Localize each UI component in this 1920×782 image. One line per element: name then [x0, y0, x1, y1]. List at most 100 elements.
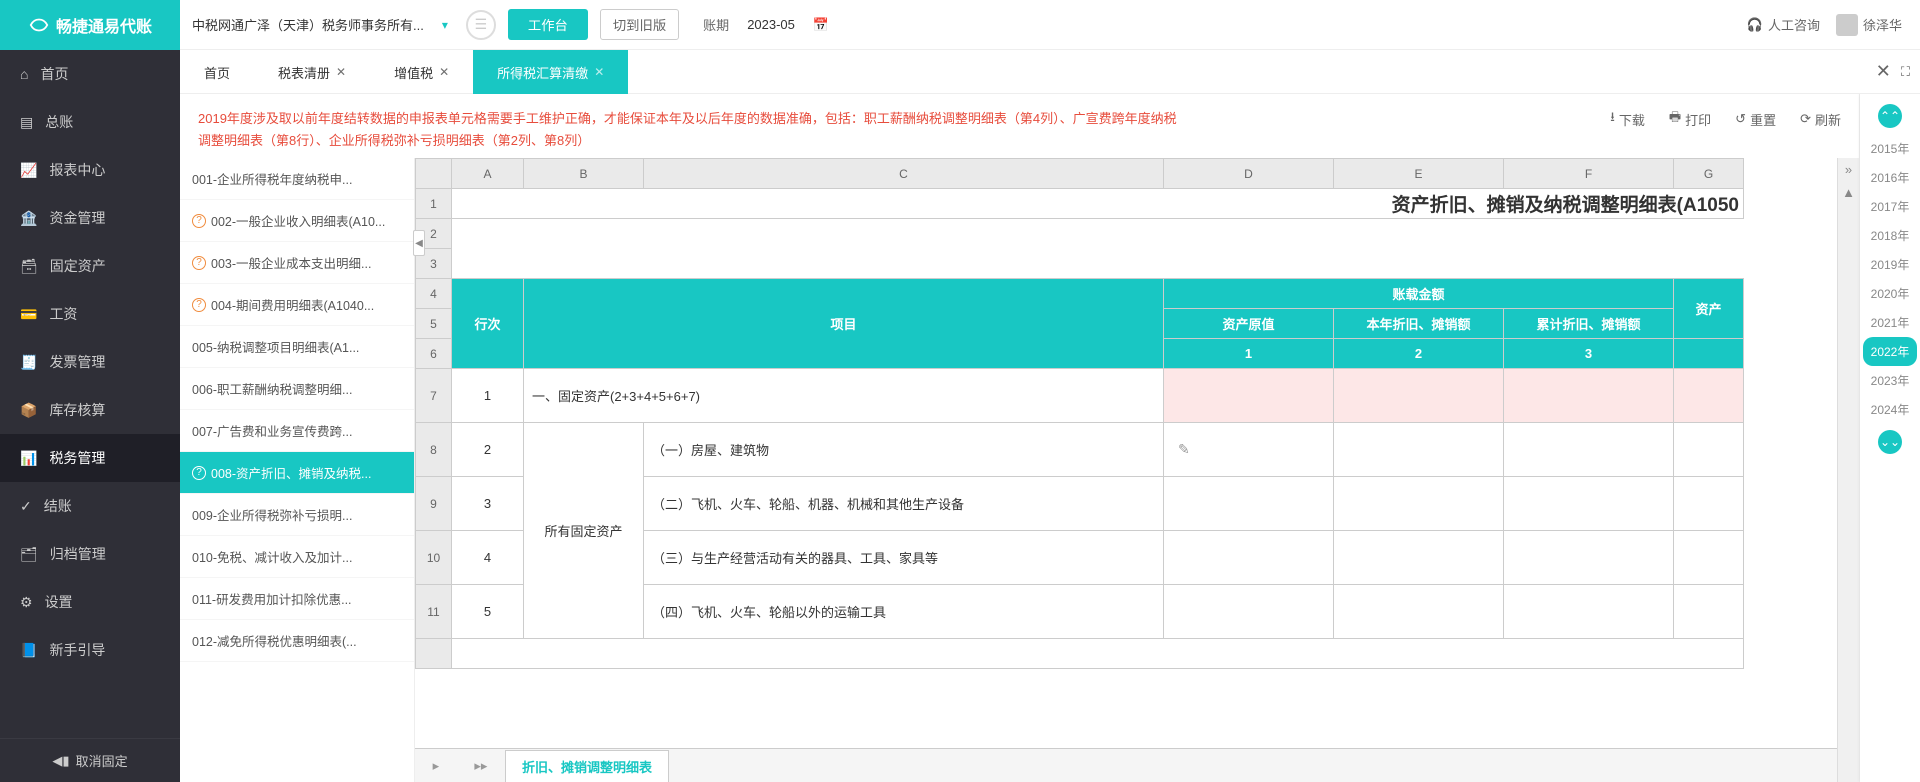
cell[interactable] — [1504, 423, 1674, 477]
form-item-3[interactable]: ?004-期间费用明细表(A1040... — [180, 284, 414, 326]
chevron-down-icon[interactable]: ▾ — [436, 18, 454, 32]
period-value[interactable]: 2023-05 — [747, 17, 795, 32]
form-item-9[interactable]: 010-免税、减计收入及加计... — [180, 536, 414, 578]
cell[interactable] — [1164, 585, 1334, 639]
tab-0[interactable]: 首页 — [180, 50, 254, 94]
year-2020年[interactable]: 2020年 — [1863, 279, 1918, 308]
sheet-nav-arrows[interactable]: ▸▸▸ — [415, 748, 505, 782]
brand-text: 畅捷通易代账 — [56, 13, 152, 37]
col-head[interactable]: D — [1164, 159, 1334, 189]
cell[interactable] — [1674, 531, 1744, 585]
tab-1[interactable]: 税表清册✕ — [254, 50, 370, 94]
content: 2019年度涉及取以前年度结转数据的申报表单元格需要手工维护正确，才能保证本年及… — [180, 94, 1920, 782]
year-down-icon[interactable]: ⌄⌄ — [1878, 430, 1902, 454]
sidebar-item-12[interactable]: 📘新手引导 — [0, 626, 180, 674]
year-2024年[interactable]: 2024年 — [1863, 395, 1918, 424]
form-item-5[interactable]: 006-职工薪酬纳税调整明细... — [180, 368, 414, 410]
cell[interactable] — [1164, 531, 1334, 585]
consult-link[interactable]: 🎧人工咨询 — [1747, 15, 1820, 34]
sidebar-item-0[interactable]: ⌂首页 — [0, 50, 180, 98]
sidebar-item-8[interactable]: 📊税务管理 — [0, 434, 180, 482]
sidebar-icon: 📊 — [20, 450, 37, 467]
sheet-scroll[interactable]: ABCDEFG1资产折旧、摊销及纳税调整明细表(A1050234行次项目账载金额… — [415, 158, 1837, 748]
sidebar-item-10[interactable]: 🗂归档管理 — [0, 530, 180, 578]
col-head[interactable]: A — [452, 159, 524, 189]
refresh-button[interactable]: ⟳刷新 — [1800, 108, 1841, 130]
sidebar-item-5[interactable]: 💳工资 — [0, 290, 180, 338]
close-tab-icon[interactable]: ✕ — [1876, 61, 1891, 82]
form-item-10[interactable]: 011-研发费用加计扣除优惠... — [180, 578, 414, 620]
col-head[interactable]: E — [1334, 159, 1504, 189]
sidebar-item-6[interactable]: 🧾发票管理 — [0, 338, 180, 386]
cell[interactable] — [1504, 369, 1674, 423]
year-2015年[interactable]: 2015年 — [1863, 134, 1918, 163]
cell[interactable] — [1334, 585, 1504, 639]
cell[interactable] — [1674, 477, 1744, 531]
workbench-button[interactable]: 工作台 — [508, 9, 588, 40]
form-item-8[interactable]: 009-企业所得税弥补亏损明... — [180, 494, 414, 536]
download-button[interactable]: ⭳下载 — [1610, 108, 1645, 130]
warning-icon: ? — [192, 214, 206, 228]
row-item: （二）飞机、火车、轮船、机器、机械和其他生产设备 — [644, 477, 1164, 531]
collapse-form-list[interactable]: ◀ — [413, 230, 425, 256]
cell[interactable] — [1164, 369, 1334, 423]
form-item-0[interactable]: 001-企业所得税年度纳税申... — [180, 158, 414, 200]
print-button[interactable]: 🖶打印 — [1669, 108, 1711, 130]
switch-old-button[interactable]: 切到旧版 — [600, 9, 679, 40]
form-item-1[interactable]: ?002-一般企业收入明细表(A10... — [180, 200, 414, 242]
unpin-button[interactable]: ◀▮ 取消固定 — [0, 738, 180, 782]
form-item-2[interactable]: ?003-一般企业成本支出明细... — [180, 242, 414, 284]
close-icon[interactable]: ✕ — [594, 65, 604, 79]
cell[interactable]: ✎ — [1164, 423, 1334, 477]
sidebar-item-4[interactable]: 🗃固定资产 — [0, 242, 180, 290]
company-selector[interactable]: 中税网通广泽（天津）税务师事务所有... — [192, 15, 424, 34]
calendar-icon[interactable]: 📅 — [813, 17, 829, 33]
year-up-icon[interactable]: ⌃⌃ — [1878, 104, 1902, 128]
year-2021年[interactable]: 2021年 — [1863, 308, 1918, 337]
doc-icon[interactable]: ☰ — [466, 10, 496, 40]
sheet-tab[interactable]: 折旧、摊销调整明细表 — [505, 750, 669, 782]
cell[interactable] — [1674, 585, 1744, 639]
year-2016年[interactable]: 2016年 — [1863, 163, 1918, 192]
col-head[interactable]: F — [1504, 159, 1674, 189]
year-2022年[interactable]: 2022年 — [1863, 337, 1918, 366]
col-head[interactable]: B — [524, 159, 644, 189]
cell[interactable] — [1334, 531, 1504, 585]
cell[interactable] — [1334, 369, 1504, 423]
form-item-11[interactable]: 012-减免所得税优惠明细表(... — [180, 620, 414, 662]
cell[interactable] — [1674, 423, 1744, 477]
cell[interactable] — [1164, 477, 1334, 531]
year-2018年[interactable]: 2018年 — [1863, 221, 1918, 250]
year-2019年[interactable]: 2019年 — [1863, 250, 1918, 279]
edit-icon[interactable]: ✎ — [1172, 441, 1190, 457]
cell[interactable] — [1674, 369, 1744, 423]
form-item-6[interactable]: 007-广告费和业务宣传费跨... — [180, 410, 414, 452]
tab-3[interactable]: 所得税汇算清缴✕ — [473, 50, 628, 94]
year-2017年[interactable]: 2017年 — [1863, 192, 1918, 221]
row-item: （三）与生产经营活动有关的器具、工具、家具等 — [644, 531, 1164, 585]
sidebar-item-1[interactable]: ▤总账 — [0, 98, 180, 146]
col-head[interactable]: G — [1674, 159, 1744, 189]
col-head[interactable]: C — [644, 159, 1164, 189]
close-icon[interactable]: ✕ — [336, 65, 346, 79]
tab-2[interactable]: 增值税✕ — [370, 50, 473, 94]
scroll-up-icon[interactable]: ▲ — [1842, 181, 1855, 204]
close-icon[interactable]: ✕ — [439, 65, 449, 79]
reset-button[interactable]: ↺重置 — [1735, 108, 1776, 130]
cell[interactable] — [1334, 477, 1504, 531]
sidebar-item-2[interactable]: 📈报表中心 — [0, 146, 180, 194]
form-item-4[interactable]: 005-纳税调整项目明细表(A1... — [180, 326, 414, 368]
user-menu[interactable]: 徐泽华 — [1836, 14, 1902, 36]
sidebar-item-3[interactable]: 🏦资金管理 — [0, 194, 180, 242]
fullscreen-icon[interactable]: ⛶ — [1901, 64, 1910, 80]
sidebar-item-9[interactable]: ✓结账 — [0, 482, 180, 530]
scroll-right-icon[interactable]: » — [1845, 158, 1852, 181]
form-item-7[interactable]: ?008-资产折旧、摊销及纳税... — [180, 452, 414, 494]
cell[interactable] — [1334, 423, 1504, 477]
cell[interactable] — [1504, 585, 1674, 639]
sidebar-item-11[interactable]: ⚙设置 — [0, 578, 180, 626]
sidebar-item-7[interactable]: 📦库存核算 — [0, 386, 180, 434]
cell[interactable] — [1504, 531, 1674, 585]
year-2023年[interactable]: 2023年 — [1863, 366, 1918, 395]
cell[interactable] — [1504, 477, 1674, 531]
